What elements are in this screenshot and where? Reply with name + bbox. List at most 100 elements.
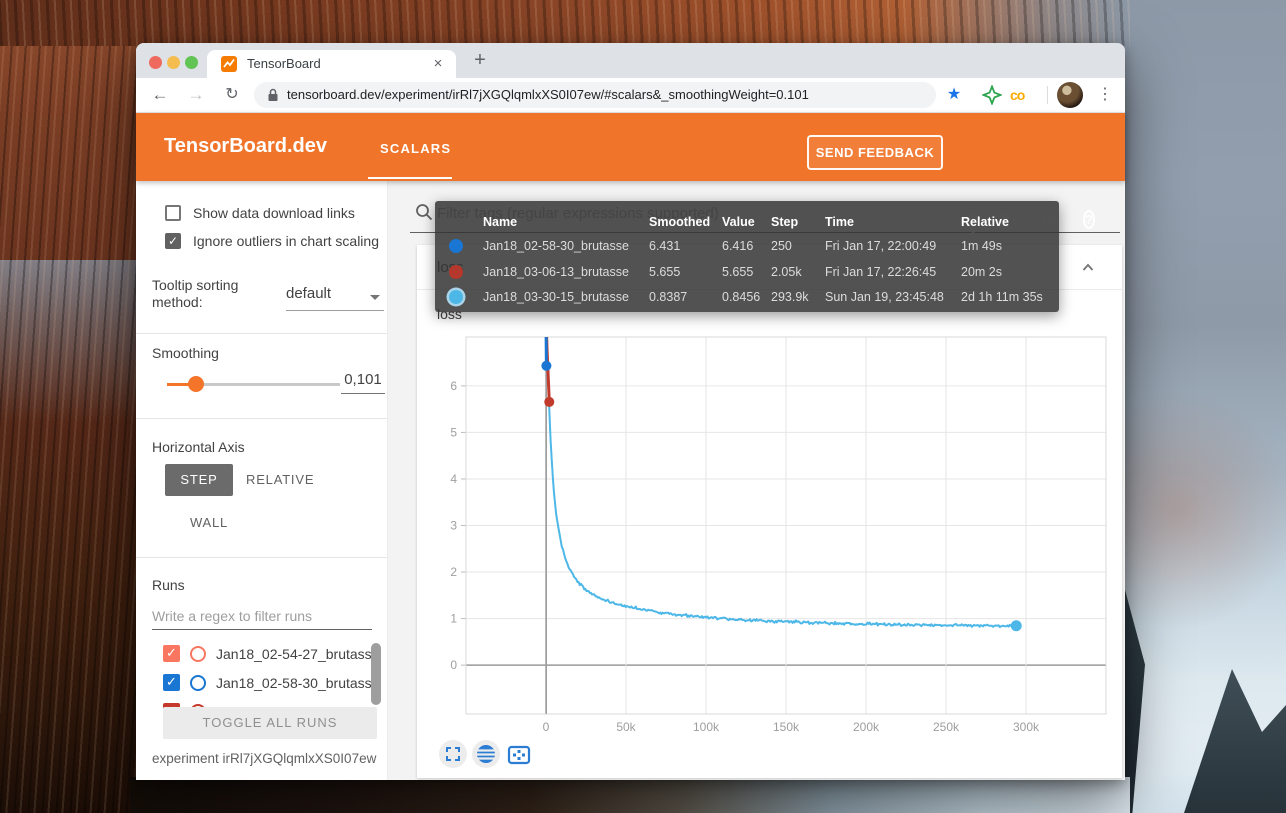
axis-relative-button[interactable]: RELATIVE	[246, 464, 314, 496]
tooltip-column-header: Smoothed	[649, 210, 722, 235]
chart-tooltip: NameSmoothedValueStepTimeRelativeJan18_0…	[435, 201, 1059, 312]
smoothing-slider-thumb[interactable]	[188, 376, 204, 392]
runs-selector-icon[interactable]	[472, 740, 500, 768]
tooltip-sorting-dropdown[interactable]: default	[286, 285, 384, 311]
tooltip-smoothed-value: 0.8387	[649, 286, 722, 312]
help-question-mark: ?	[1083, 210, 1095, 229]
y-tick-label: 2	[450, 565, 457, 579]
run-row[interactable]: ✓ Jan18_02-58-30_brutasse	[136, 668, 387, 697]
x-tick-label: 300k	[1013, 720, 1040, 734]
screen: TensorBoard × + ← → ↻ tensorboard.dev/ex…	[0, 0, 1286, 813]
new-tab-button[interactable]: +	[468, 48, 492, 72]
experiment-caption: experiment irRl7jXGQlqmlxXS0I07ew	[152, 751, 376, 766]
forward-button[interactable]: →	[184, 78, 208, 112]
browser-menu-icon[interactable]: ⋮	[1093, 78, 1117, 112]
runs-label: Runs	[152, 577, 185, 593]
run-radio-circle[interactable]	[190, 675, 206, 691]
tooltip-smoothed-value: 5.655	[649, 261, 722, 287]
tooltip-time: Fri Jan 17, 22:00:49	[825, 235, 961, 261]
y-tick-label: 5	[450, 425, 457, 439]
wallpaper-cliff-top	[0, 0, 1130, 46]
search-icon	[415, 203, 433, 221]
x-tick-label: 0	[543, 720, 550, 734]
browser-window: TensorBoard × + ← → ↻ tensorboard.dev/ex…	[136, 43, 1125, 780]
tooltip-step: 293.9k	[771, 286, 825, 312]
bookmark-star-icon[interactable]: ★	[942, 78, 966, 112]
help-icon[interactable]: ?	[1077, 211, 1101, 235]
ignore-outliers-label: Ignore outliers in chart scaling	[193, 233, 379, 249]
y-tick-label: 1	[450, 612, 457, 626]
tooltip-row-dot-cell	[449, 286, 483, 312]
sidebar-scrollbar-thumb[interactable]	[371, 643, 381, 705]
run-color-dot	[449, 290, 463, 304]
y-tick-label: 0	[450, 658, 457, 672]
padlock-icon	[267, 88, 279, 102]
extension-icon[interactable]	[982, 85, 1002, 105]
tensorboard-header: TensorBoard.dev SCALARS SEND FEEDBACK ↻ …	[136, 113, 1125, 181]
ignore-outliers-checkbox[interactable]: ✓	[165, 233, 181, 249]
x-tick-label: 50k	[616, 720, 636, 734]
settings-sidebar: Show data download links ✓ Ignore outlie…	[136, 181, 388, 780]
address-bar[interactable]: tensorboard.dev/experiment/irRl7jXGQlqml…	[254, 82, 936, 108]
send-feedback-button[interactable]: SEND FEEDBACK	[807, 135, 943, 170]
tooltip-dot-column-header	[449, 210, 483, 235]
smoothing-value-input[interactable]: 0,101	[341, 371, 385, 394]
tooltip-column-header: Step	[771, 210, 825, 235]
run-radio-circle[interactable]	[190, 646, 206, 662]
run-label: Jan18_02-58-30_brutasse	[216, 675, 379, 691]
sidebar-divider	[136, 333, 387, 334]
horizontal-axis-label: Horizontal Axis	[152, 439, 245, 455]
traffic-light-minimize-button[interactable]	[167, 56, 180, 69]
run-color-dot	[449, 239, 463, 253]
reload-button[interactable]: ↻	[220, 78, 244, 112]
wallpaper-bottom-rock	[130, 777, 1130, 813]
run-row[interactable]: ✓Jan18_02-54-27_brutasse	[136, 639, 387, 668]
tab-strip[interactable]: TensorBoard × +	[136, 43, 1125, 78]
tooltip-column-header: Name	[483, 210, 649, 235]
smoothing-label: Smoothing	[152, 345, 219, 361]
back-button[interactable]: ←	[148, 78, 172, 112]
tooltip-row-dot-cell	[449, 261, 483, 287]
toolbar-divider	[1047, 86, 1048, 104]
tooltip-sorting-value: default	[286, 285, 331, 302]
tab-scalars[interactable]: SCALARS	[380, 141, 451, 156]
y-tick-label: 3	[450, 519, 457, 533]
y-tick-label: 4	[450, 472, 457, 486]
chevron-up-icon[interactable]	[1079, 259, 1097, 277]
run-checkbox[interactable]: ✓	[163, 674, 180, 691]
tooltip-run-name: Jan18_03-30-15_brutasse	[483, 286, 649, 312]
runs-filter-input[interactable]: Write a regex to filter runs	[152, 605, 372, 630]
series-end-marker	[541, 361, 551, 371]
x-tick-label: 100k	[693, 720, 720, 734]
sidebar-divider	[136, 557, 387, 558]
profile-avatar[interactable]	[1057, 82, 1083, 108]
traffic-light-close-button[interactable]	[149, 56, 162, 69]
tooltip-time: Fri Jan 17, 22:26:45	[825, 261, 961, 287]
tooltip-column-header: Value	[722, 210, 771, 235]
browser-tab[interactable]: TensorBoard ×	[207, 50, 456, 78]
fullscreen-icon[interactable]	[439, 740, 467, 768]
tooltip-run-name: Jan18_02-58-30_brutasse	[483, 235, 649, 261]
toggle-all-runs-button[interactable]: TOGGLE ALL RUNS	[163, 707, 377, 739]
series-end-marker	[544, 397, 554, 407]
colab-extension-icon[interactable]: co	[1010, 78, 1024, 112]
show-download-links-label: Show data download links	[193, 205, 355, 221]
tooltip-value: 0.8456	[722, 286, 771, 312]
axis-wall-button[interactable]: WALL	[178, 507, 240, 539]
fit-to-data-icon[interactable]	[506, 742, 532, 768]
tab-title: TensorBoard	[247, 50, 321, 78]
ignore-outliers-row: ✓ Ignore outliers in chart scaling	[165, 233, 380, 249]
x-tick-label: 200k	[853, 720, 880, 734]
traffic-light-zoom-button[interactable]	[185, 56, 198, 69]
tab-scalars-underline	[368, 177, 452, 180]
axis-step-button[interactable]: STEP	[165, 464, 233, 496]
loss-chart-svg[interactable]: 0123456050k100k150k200k250k300k	[466, 337, 1106, 714]
tooltip-relative-time: 2d 1h 11m 35s	[961, 286, 1059, 312]
tooltip-column-header: Relative	[961, 210, 1059, 235]
tab-close-icon[interactable]: ×	[430, 50, 446, 78]
tooltip-table: NameSmoothedValueStepTimeRelativeJan18_0…	[449, 210, 1059, 312]
run-checkbox[interactable]: ✓	[163, 645, 180, 662]
tooltip-value: 5.655	[722, 261, 771, 287]
show-download-links-checkbox[interactable]	[165, 205, 181, 221]
browser-toolbar: ← → ↻ tensorboard.dev/experiment/irRl7jX…	[136, 78, 1125, 113]
